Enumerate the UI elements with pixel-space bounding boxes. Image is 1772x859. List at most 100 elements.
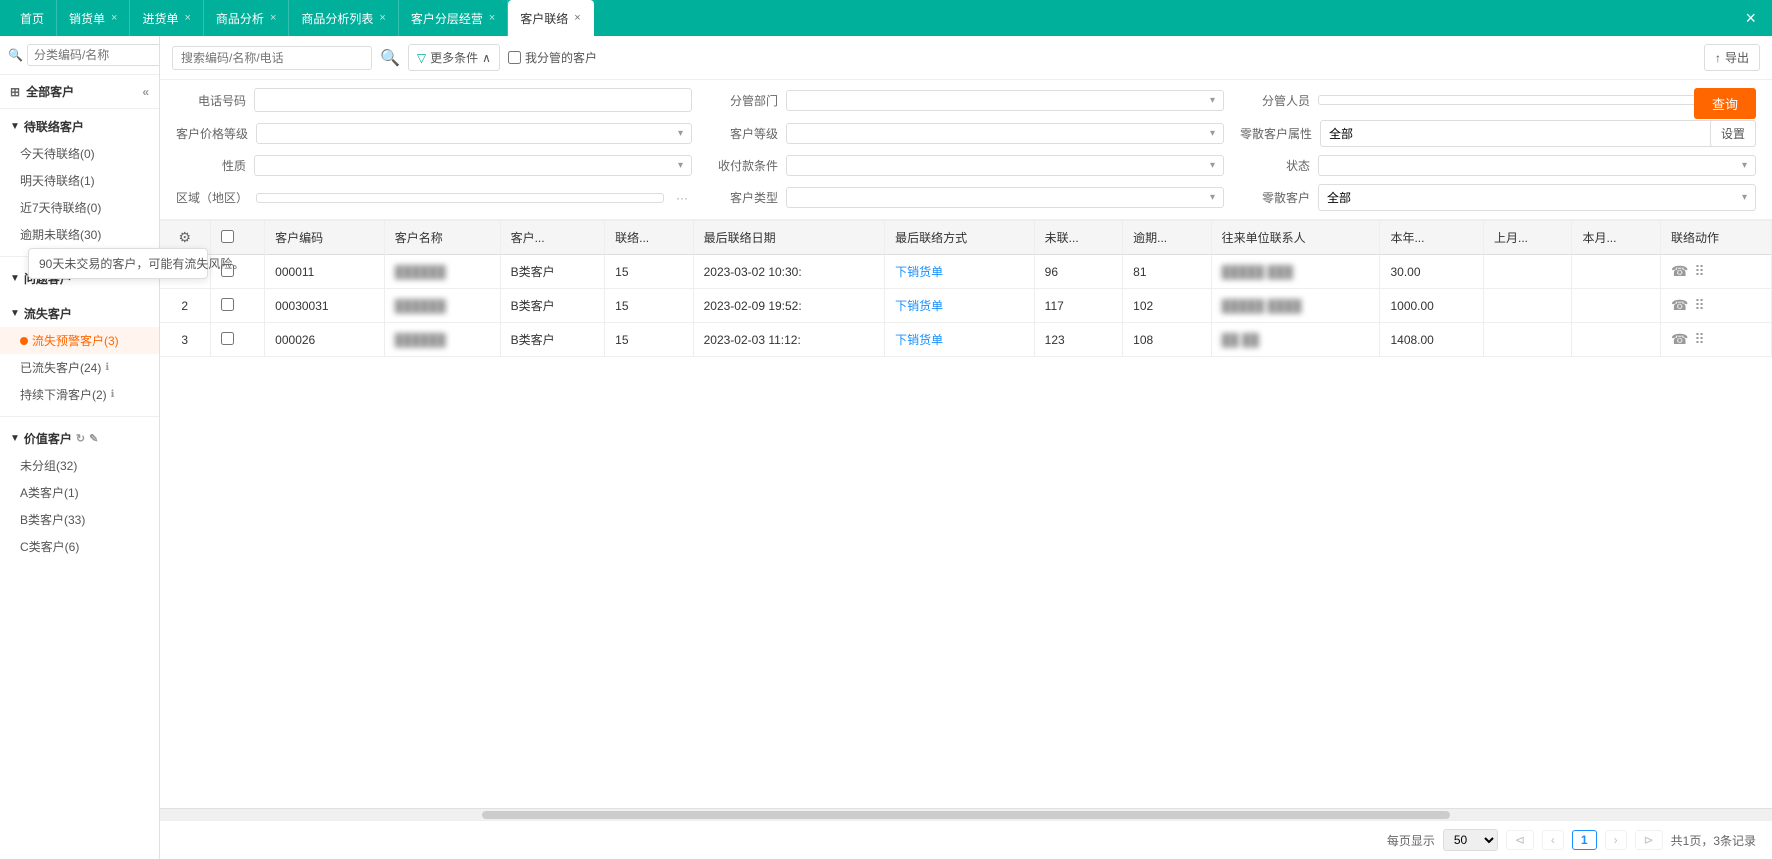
td-way-3: 下销货单 bbox=[885, 323, 1035, 357]
tab-close-sales[interactable]: × bbox=[111, 12, 117, 24]
row-checkbox-3[interactable] bbox=[221, 332, 234, 345]
pagination-next-button[interactable]: › bbox=[1605, 830, 1627, 850]
sidebar-item-ungrouped[interactable]: 未分组(32) bbox=[0, 452, 159, 479]
scrollbar-thumb[interactable] bbox=[482, 811, 1449, 819]
action-icons-3: ☎ ⠿ bbox=[1671, 331, 1761, 348]
sidebar-item-week[interactable]: 近7天待联络(0) bbox=[0, 194, 159, 221]
tab-product-analysis[interactable]: 商品分析 × bbox=[204, 0, 289, 36]
filter-select-customer-level[interactable]: ▾ bbox=[786, 123, 1224, 144]
tab-customer-layer[interactable]: 客户分层经营 × bbox=[399, 0, 508, 36]
filter-label-zero-customer: 零散客户 bbox=[1240, 189, 1310, 206]
query-button[interactable]: 查询 bbox=[1694, 88, 1756, 119]
filter-select-zero-attr[interactable]: 全部 ▾ bbox=[1320, 120, 1756, 147]
phone-icon-2[interactable]: ☎ bbox=[1671, 297, 1688, 314]
more-action-icon-1[interactable]: ⠿ bbox=[1694, 263, 1704, 280]
chevron-down-icon-price: ▾ bbox=[678, 128, 683, 139]
contact-way-link-3[interactable]: 下销货单 bbox=[895, 333, 943, 347]
sidebar-item-overdue[interactable]: 逾期未联络(30) bbox=[0, 221, 159, 248]
tab-close-purchase[interactable]: × bbox=[184, 12, 190, 24]
th-overdue: 逾期... bbox=[1123, 221, 1211, 255]
table-row: 3 000026 ██████ B类客户 15 2023-02-03 11:12… bbox=[160, 323, 1772, 357]
filter-row-zero-attr: 零散客户属性 全部 ▾ bbox=[1240, 120, 1756, 147]
td-thismonth-2 bbox=[1572, 289, 1660, 323]
th-contact-count: 联络... bbox=[605, 221, 693, 255]
horizontal-scrollbar[interactable] bbox=[160, 808, 1772, 820]
sidebar-group-pending-title[interactable]: ▼ 待联络客户 bbox=[0, 113, 159, 140]
phone-icon-1[interactable]: ☎ bbox=[1671, 263, 1688, 280]
sidebar-group-value-title[interactable]: ▼ 价值客户 ↻ ✎ bbox=[0, 425, 159, 452]
th-customer-type: 客户... bbox=[500, 221, 605, 255]
filter-search-input[interactable] bbox=[172, 46, 372, 70]
filter-select-payment[interactable]: ▾ bbox=[786, 155, 1224, 176]
filter-select-nature[interactable]: ▾ bbox=[254, 155, 692, 176]
sidebar-item-churn-warning[interactable]: 流失预警客户(3) bbox=[0, 327, 159, 354]
filter-label-dept: 分管部门 bbox=[708, 92, 778, 109]
tab-close-product-list[interactable]: × bbox=[379, 12, 385, 24]
filter-label-zero-attr: 零散客户属性 bbox=[1240, 125, 1312, 142]
export-icon: ↑ bbox=[1715, 51, 1721, 65]
tab-product-list[interactable]: 商品分析列表 × bbox=[289, 0, 398, 36]
sidebar-search-input[interactable] bbox=[27, 44, 160, 66]
refresh-icon[interactable]: ↻ bbox=[76, 432, 85, 445]
chevron-down-icon-nature: ▾ bbox=[678, 160, 683, 171]
tab-close-customer-contact[interactable]: × bbox=[574, 12, 580, 24]
filter-row-payment: 收付款条件 ▾ bbox=[708, 155, 1224, 176]
sidebar-item-today[interactable]: 今天待联络(0) bbox=[0, 140, 159, 167]
settings-button[interactable]: 设置 bbox=[1710, 120, 1756, 147]
tab-home[interactable]: 首页 bbox=[8, 0, 57, 36]
sidebar-item-class-a[interactable]: A类客户(1) bbox=[0, 479, 159, 506]
my-customers-check[interactable]: 我分管的客户 bbox=[508, 49, 597, 66]
filter-select-dept[interactable]: ▾ bbox=[786, 90, 1224, 111]
export-button[interactable]: ↑ 导出 bbox=[1704, 44, 1760, 71]
td-name-3: ██████ bbox=[384, 323, 500, 357]
ellipsis-icon-region[interactable]: ··· bbox=[672, 191, 692, 205]
pagination-prev-button[interactable]: ‹ bbox=[1542, 830, 1564, 850]
my-customers-checkbox[interactable] bbox=[508, 51, 521, 64]
filter-select-customer-type[interactable]: ▾ bbox=[786, 187, 1224, 208]
more-conditions-button[interactable]: ▽ 更多条件 ∧ bbox=[408, 44, 500, 71]
sidebar-all-customers[interactable]: ⊞ 全部客户 « bbox=[0, 75, 159, 109]
sidebar-item-class-b[interactable]: B类客户(33) bbox=[0, 506, 159, 533]
more-action-icon-2[interactable]: ⠿ bbox=[1694, 297, 1704, 314]
sidebar-item-declining[interactable]: 持续下滑客户(2) ℹ bbox=[0, 381, 159, 408]
sidebar-item-tomorrow[interactable]: 明天待联络(1) bbox=[0, 167, 159, 194]
grid-icon: ⊞ bbox=[10, 85, 20, 99]
phone-icon-3[interactable]: ☎ bbox=[1671, 331, 1688, 348]
chevron-down-icon-level: ▾ bbox=[1210, 128, 1215, 139]
per-page-select[interactable]: 50 100 200 bbox=[1443, 829, 1498, 851]
edit-icon[interactable]: ✎ bbox=[89, 432, 98, 445]
td-overdue-2: 102 bbox=[1123, 289, 1211, 323]
filter-select-status[interactable]: ▾ bbox=[1318, 155, 1756, 176]
column-settings-button[interactable]: ⚙ bbox=[178, 229, 191, 246]
filter-input-phone[interactable] bbox=[254, 88, 692, 112]
filter-select-person[interactable] bbox=[1318, 95, 1728, 105]
sidebar-group-churn-title[interactable]: ▼ 流失客户 bbox=[0, 300, 159, 327]
more-action-icon-3[interactable]: ⠿ bbox=[1694, 331, 1704, 348]
sidebar-collapse-button[interactable]: « bbox=[142, 85, 149, 99]
sidebar-item-already-churn[interactable]: 已流失客户(24) ℹ bbox=[0, 354, 159, 381]
tab-customer-contact[interactable]: 客户联络 × bbox=[508, 0, 593, 36]
filter-search-button[interactable]: 🔍 bbox=[380, 48, 400, 68]
tab-sales[interactable]: 销货单 × bbox=[57, 0, 130, 36]
select-all-checkbox[interactable] bbox=[221, 230, 234, 243]
th-last-contact-way: 最后联络方式 bbox=[885, 221, 1035, 255]
contact-way-link-2[interactable]: 下销货单 bbox=[895, 299, 943, 313]
td-action-3: ☎ ⠿ bbox=[1660, 323, 1771, 357]
sidebar-item-class-c[interactable]: C类客户(6) bbox=[0, 533, 159, 560]
tab-close-product-analysis[interactable]: × bbox=[270, 12, 276, 24]
chevron-down-icon-status: ▾ bbox=[1742, 160, 1747, 171]
td-code-2: 00030031 bbox=[265, 289, 385, 323]
contact-way-link-1[interactable]: 下销货单 bbox=[895, 265, 943, 279]
tab-purchase[interactable]: 进货单 × bbox=[130, 0, 203, 36]
filter-select-price-level[interactable]: ▾ bbox=[256, 123, 692, 144]
filter-select-region[interactable] bbox=[256, 193, 664, 203]
sidebar-group-value: ▼ 价值客户 ↻ ✎ 未分组(32) A类客户(1) B类客户(33) C类客户… bbox=[0, 421, 159, 564]
pagination-first-button[interactable]: ⊲ bbox=[1506, 830, 1534, 850]
row-checkbox-2[interactable] bbox=[221, 298, 234, 311]
window-close-button[interactable]: × bbox=[1737, 8, 1764, 29]
pagination-last-button[interactable]: ⊳ bbox=[1635, 830, 1663, 850]
filter-select-zero-customer[interactable]: 全部 ▾ bbox=[1318, 184, 1756, 211]
tab-close-customer-layer[interactable]: × bbox=[489, 12, 495, 24]
info-icon: ℹ bbox=[105, 362, 109, 373]
td-lastmonth-3 bbox=[1484, 323, 1572, 357]
